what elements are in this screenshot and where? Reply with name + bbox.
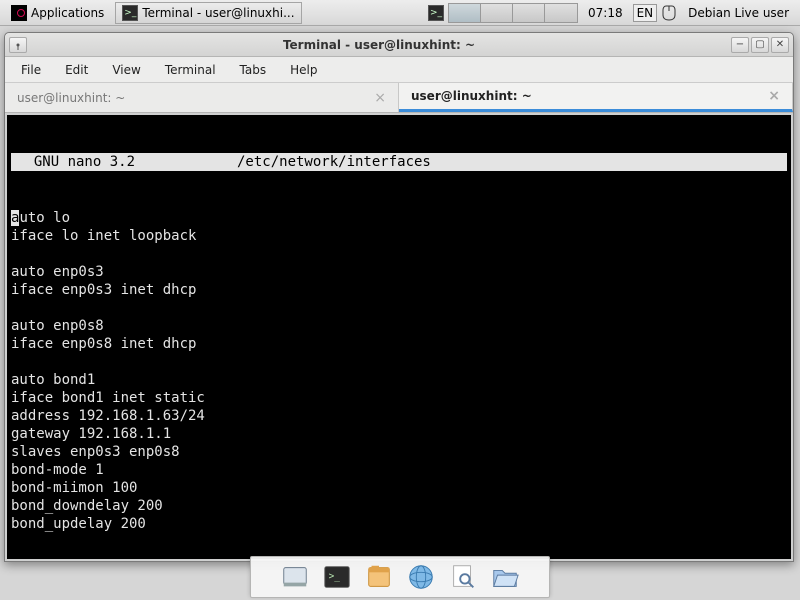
debian-logo-icon	[11, 5, 27, 21]
mouse-icon	[661, 5, 677, 21]
tab-0[interactable]: user@linuxhint: ~ ×	[5, 83, 399, 112]
terminal-viewport[interactable]: GNU nano 3.2 /etc/network/interfaces aut…	[5, 113, 793, 561]
dock-search[interactable]	[447, 561, 479, 593]
menu-help[interactable]: Help	[280, 60, 327, 80]
workspace-pager[interactable]	[448, 3, 578, 23]
tab-label: user@linuxhint: ~	[17, 91, 125, 105]
applications-label: Applications	[31, 6, 104, 20]
panel-terminal-icon[interactable]: >_	[428, 5, 444, 21]
dock: >_	[250, 556, 550, 598]
tab-label: user@linuxhint: ~	[411, 89, 532, 103]
window-title: Terminal - user@linuxhint: ~	[27, 38, 731, 52]
dock-show-desktop[interactable]	[279, 561, 311, 593]
terminal-icon: >_	[122, 5, 138, 21]
menu-tabs[interactable]: Tabs	[230, 60, 277, 80]
tab-1[interactable]: user@linuxhint: ~ ×	[399, 83, 793, 112]
taskbar-item-terminal[interactable]: >_ Terminal - user@linuxhi...	[115, 2, 301, 24]
nano-app-name: GNU nano 3.2	[17, 153, 237, 171]
pin-button[interactable]	[9, 37, 27, 53]
minimize-button[interactable]: −	[731, 37, 749, 53]
workspace-2[interactable]	[481, 4, 513, 22]
nano-titlebar: GNU nano 3.2 /etc/network/interfaces	[11, 153, 787, 171]
applications-menu[interactable]: Applications	[4, 2, 111, 24]
nano-filename: /etc/network/interfaces	[237, 153, 431, 171]
taskbar-item-label: Terminal - user@linuxhi...	[142, 6, 294, 20]
terminal-window: Terminal - user@linuxhint: ~ − ▢ ✕ File …	[4, 32, 794, 562]
tab-close-icon[interactable]: ×	[374, 90, 386, 106]
menu-view[interactable]: View	[102, 60, 150, 80]
keyboard-language[interactable]: EN	[633, 4, 658, 22]
clock[interactable]: 07:18	[582, 6, 629, 20]
dock-file-manager[interactable]	[363, 561, 395, 593]
user-label: Debian Live user	[688, 6, 789, 20]
top-panel: Applications >_ Terminal - user@linuxhi.…	[0, 0, 800, 26]
menu-terminal[interactable]: Terminal	[155, 60, 226, 80]
menu-edit[interactable]: Edit	[55, 60, 98, 80]
menu-file[interactable]: File	[11, 60, 51, 80]
dock-web-browser[interactable]	[405, 561, 437, 593]
dock-folder[interactable]	[489, 561, 521, 593]
workspace-1[interactable]	[449, 4, 481, 22]
titlebar[interactable]: Terminal - user@linuxhint: ~ − ▢ ✕	[5, 33, 793, 57]
workspace-3[interactable]	[513, 4, 545, 22]
user-menu[interactable]: Debian Live user	[681, 2, 796, 24]
nano-buffer: auto loiface lo inet loopback auto enp0s…	[11, 207, 787, 535]
maximize-button[interactable]: ▢	[751, 37, 769, 53]
workspace-4[interactable]	[545, 4, 577, 22]
svg-text:>_: >_	[329, 571, 341, 582]
tab-close-icon[interactable]: ×	[768, 88, 780, 104]
dock-terminal[interactable]: >_	[321, 561, 353, 593]
tabstrip: user@linuxhint: ~ × user@linuxhint: ~ ×	[5, 83, 793, 113]
menubar: File Edit View Terminal Tabs Help	[5, 57, 793, 83]
close-button[interactable]: ✕	[771, 37, 789, 53]
